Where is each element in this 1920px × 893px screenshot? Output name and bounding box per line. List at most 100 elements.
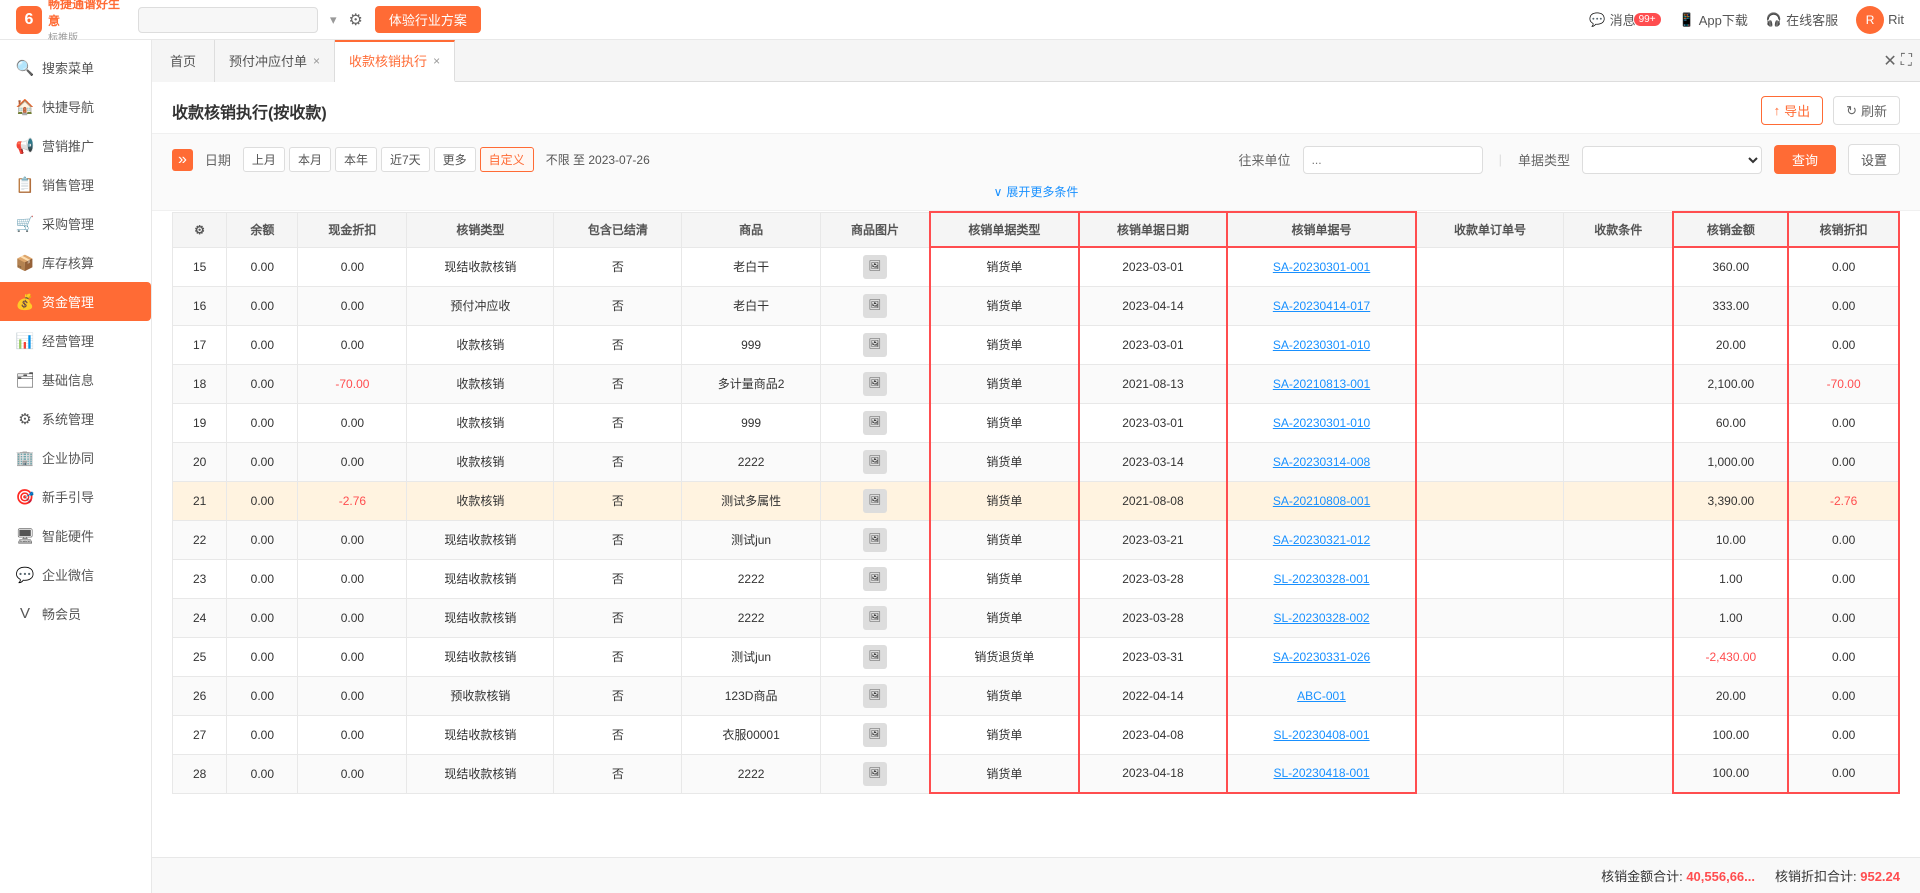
row-doc-type: 销货单 (930, 598, 1079, 637)
user-menu[interactable]: R Rit (1856, 6, 1904, 34)
query-btn[interactable]: 查询 (1774, 145, 1836, 174)
row-amount: 100.00 (1673, 754, 1788, 793)
sidebar-item-capital[interactable]: 💰资金管理 (0, 282, 151, 321)
sidebar-item-enterprise[interactable]: 🏢企业协同 (0, 438, 151, 477)
row-doc-no[interactable]: SA-20230331-026 (1227, 637, 1416, 676)
row-discount-amt: 0.00 (1788, 247, 1899, 286)
sidebar-item-hardware[interactable]: 🖥智能硬件 (0, 516, 151, 555)
row-no: 18 (173, 364, 227, 403)
custom-date-btn[interactable]: 自定义 (480, 147, 534, 172)
export-icon: ↑ (1774, 103, 1781, 118)
sidebar-item-system[interactable]: ⚙系统管理 (0, 399, 151, 438)
row-doc-no[interactable]: SA-20230301-010 (1227, 325, 1416, 364)
goods-img-cell: 🖼 (820, 637, 930, 676)
refresh-btn[interactable]: ↻ 刷新 (1833, 96, 1900, 125)
row-doc-date: 2023-03-28 (1079, 598, 1228, 637)
sidebar-item-search[interactable]: 🔍搜索菜单 (0, 48, 151, 87)
tab-home[interactable]: 首页 (152, 40, 215, 82)
sidebar-item-marketing[interactable]: 📢营销推广 (0, 126, 151, 165)
last-7-days-btn[interactable]: 近7天 (381, 147, 430, 172)
tab-item-1[interactable]: 预付冲应付单× (215, 40, 335, 82)
export-btn[interactable]: ↑ 导出 (1761, 96, 1824, 125)
row-goods: 123D商品 (682, 676, 821, 715)
filter-bar: » 日期 上月 本月 本年 近7天 更多 自定义 不限 至 2023-07-26 (152, 134, 1920, 211)
export-label: 导出 (1784, 101, 1810, 120)
row-no: 27 (173, 715, 227, 754)
close-window-btn[interactable]: ✕ (1883, 51, 1896, 71)
row-payment-cond (1564, 715, 1674, 754)
sidebar-item-sales[interactable]: 📋销售管理 (0, 165, 151, 204)
row-settled: 否 (554, 364, 682, 403)
tab-item-2[interactable]: 收款核销执行× (335, 40, 455, 82)
row-doc-no[interactable]: ABC-001 (1227, 676, 1416, 715)
row-discount-amt: 0.00 (1788, 715, 1899, 754)
more-date-btn[interactable]: 更多 (434, 147, 476, 172)
sidebar-item-nav[interactable]: 🏠 快捷导航 (0, 87, 151, 126)
row-doc-date: 2023-04-08 (1079, 715, 1228, 754)
search-chevron-icon[interactable]: ▾ (330, 12, 337, 28)
row-doc-no[interactable]: SA-20230314-008 (1227, 442, 1416, 481)
row-goods: 多计量商品2 (682, 364, 821, 403)
message-btn[interactable]: 💬 消息 99+ (1589, 10, 1660, 29)
sidebar-item-operation[interactable]: 📊经营管理 (0, 321, 151, 360)
tab-close-1[interactable]: × (313, 55, 320, 67)
sidebar-label-basic: 基础信息 (42, 370, 94, 389)
expand-more-btn[interactable]: ∨ 展开更多条件 (994, 183, 1079, 200)
from-unit-input[interactable] (1303, 146, 1483, 174)
system-icon: ⚙ (16, 410, 34, 428)
nav-icon: 🏠 (16, 98, 34, 116)
industry-btn[interactable]: 体验行业方案 (375, 6, 481, 33)
page-header-actions: ↑ 导出 ↻ 刷新 (1761, 96, 1900, 125)
tab-close-2[interactable]: × (433, 55, 440, 67)
row-payment-cond (1564, 598, 1674, 637)
row-amount: 333.00 (1673, 286, 1788, 325)
sidebar-label-nav: 快捷导航 (42, 97, 94, 116)
row-doc-no[interactable]: SL-20230418-001 (1227, 754, 1416, 793)
doc-type-select[interactable] (1582, 146, 1762, 174)
row-doc-no[interactable]: SA-20210813-001 (1227, 364, 1416, 403)
table-row: 18 0.00 -70.00 收款核销 否 多计量商品2 🖼 销货单 2021-… (173, 364, 1900, 403)
row-doc-date: 2023-03-01 (1079, 325, 1228, 364)
row-doc-no[interactable]: SA-20230301-010 (1227, 403, 1416, 442)
sidebar-label-enterprise: 企业协同 (42, 448, 94, 467)
row-settled: 否 (554, 715, 682, 754)
row-doc-type: 销货单 (930, 442, 1079, 481)
row-doc-no[interactable]: SL-20230328-001 (1227, 559, 1416, 598)
settings-icon[interactable]: ⚙ (349, 10, 363, 30)
table-row: 21 0.00 -2.76 收款核销 否 测试多属性 🖼 销货单 2021-08… (173, 481, 1900, 520)
th-settings[interactable]: ⚙ (173, 212, 227, 247)
row-doc-no[interactable]: SA-20230414-017 (1227, 286, 1416, 325)
sidebar-item-basic[interactable]: 🗂基础信息 (0, 360, 151, 399)
row-doc-no[interactable]: SA-20210808-001 (1227, 481, 1416, 520)
row-balance: 0.00 (227, 520, 298, 559)
this-year-btn[interactable]: 本年 (335, 147, 377, 172)
sidebar-item-purchase[interactable]: 🛒采购管理 (0, 204, 151, 243)
row-doc-no[interactable]: SA-20230301-001 (1227, 247, 1416, 286)
top-bar: 6 畅捷通谱好生意 标推版 ▾ ⚙ 体验行业方案 💬 消息 99+ 📱 App下… (0, 0, 1920, 40)
sidebar-item-wechat[interactable]: 💬企业微信 (0, 555, 151, 594)
top-search-box[interactable] (138, 7, 318, 33)
filter-settings-btn[interactable]: 设置 (1848, 144, 1900, 175)
th-discount: 核销折扣 (1788, 212, 1899, 247)
last-month-btn[interactable]: 上月 (243, 147, 285, 172)
sidebar-item-inventory[interactable]: 📦库存核算 (0, 243, 151, 282)
row-order-no (1416, 676, 1564, 715)
row-cash-discount: 0.00 (298, 637, 407, 676)
row-amount: 1.00 (1673, 598, 1788, 637)
sidebar-item-guide[interactable]: 🎯新手引导 (0, 477, 151, 516)
sidebar-item-member[interactable]: V畅会员 (0, 594, 151, 633)
maximize-btn[interactable]: ⛶ (1901, 52, 1912, 70)
online-service-btn[interactable]: 🎧 在线客服 (1766, 10, 1838, 29)
sidebar-label-purchase: 采购管理 (42, 214, 94, 233)
row-doc-date: 2023-03-14 (1079, 442, 1228, 481)
row-goods: 测试多属性 (682, 481, 821, 520)
row-doc-no[interactable]: SL-20230328-002 (1227, 598, 1416, 637)
app-download-btn[interactable]: 📱 App下载 (1679, 10, 1748, 29)
filter-collapse-btn[interactable]: » (172, 149, 193, 171)
row-doc-type: 销货单 (930, 559, 1079, 598)
row-doc-no[interactable]: SA-20230321-012 (1227, 520, 1416, 559)
this-month-btn[interactable]: 本月 (289, 147, 331, 172)
row-order-no (1416, 754, 1564, 793)
page-title: 收款核销执行(按收款) (172, 99, 327, 123)
row-doc-no[interactable]: SL-20230408-001 (1227, 715, 1416, 754)
